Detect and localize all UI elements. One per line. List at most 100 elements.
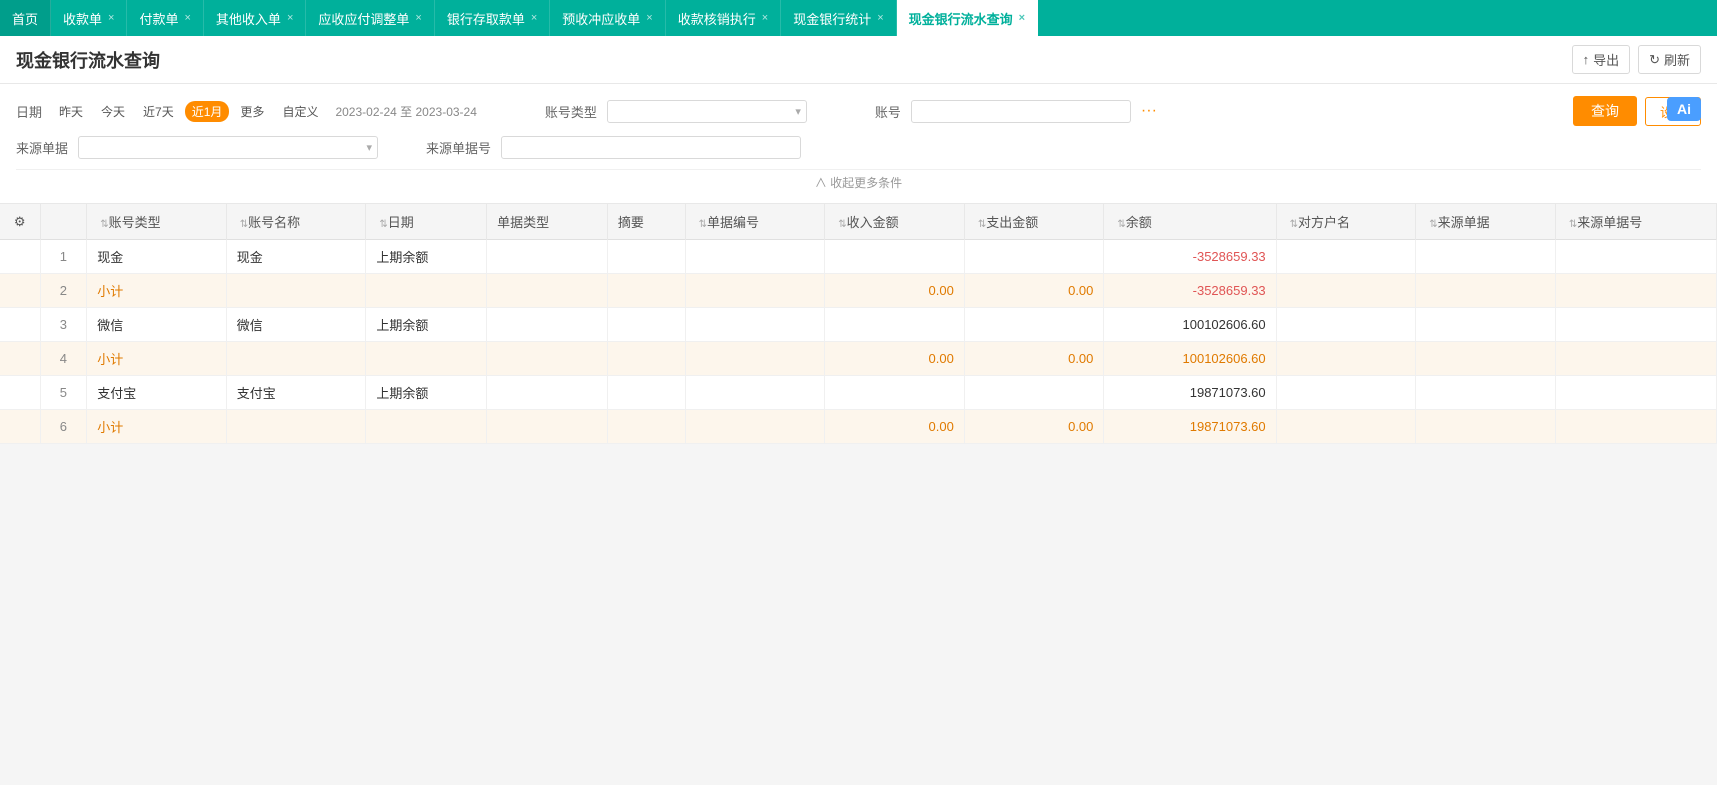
settings-cell[interactable]	[0, 308, 40, 342]
refresh-button[interactable]: ↻ 刷新	[1638, 45, 1701, 74]
source-doc-cell	[1416, 274, 1556, 308]
counterparty-col-header[interactable]: ⇅对方户名	[1276, 204, 1416, 240]
dots-button[interactable]: ···	[1141, 102, 1157, 120]
expense-col-header[interactable]: ⇅支出金额	[964, 204, 1104, 240]
sort-icon: ⇅	[838, 219, 846, 230]
page-title: 现金银行流水查询	[16, 47, 160, 73]
nav-fukuandan[interactable]: 付款单 ×	[127, 0, 203, 36]
sort-icon: ⇅	[699, 219, 707, 230]
nav-xianjinyinhang[interactable]: 现金银行统计 ×	[781, 0, 896, 36]
account-type-cell: 小计	[87, 410, 227, 444]
balance-cell: 19871073.60	[1104, 376, 1276, 410]
income-cell	[825, 376, 965, 410]
header-actions: ↑ 导出 ↻ 刷新	[1572, 45, 1701, 74]
income-col-header[interactable]: ⇅收入金额	[825, 204, 965, 240]
table-row: 1 现金 现金 上期余额 -3528659.33	[0, 240, 1717, 274]
nav-home[interactable]: 首页	[0, 0, 51, 36]
close-icon[interactable]: ×	[184, 12, 190, 24]
summary-cell	[607, 376, 685, 410]
close-icon[interactable]: ×	[877, 12, 883, 24]
source-doc-cell	[1416, 240, 1556, 274]
nav-shoukuanhexiao[interactable]: 收款核销执行 ×	[666, 0, 781, 36]
income-cell: 0.00	[825, 274, 965, 308]
account-name-cell: 现金	[226, 240, 366, 274]
date-shortcuts: 昨天 今天 近7天 近1月 更多 自定义	[52, 101, 325, 122]
doc-type-cell	[487, 410, 608, 444]
source-doc-select[interactable]	[78, 136, 378, 159]
doc-no-cell	[685, 376, 825, 410]
account-type-col-header[interactable]: ⇅账号类型	[87, 204, 227, 240]
nav-shoukuandan[interactable]: 收款单 ×	[51, 0, 127, 36]
income-cell	[825, 308, 965, 342]
close-icon[interactable]: ×	[415, 12, 421, 24]
counterparty-cell	[1276, 274, 1416, 308]
summary-cell	[607, 308, 685, 342]
counterparty-cell	[1276, 342, 1416, 376]
close-icon[interactable]: ×	[1019, 12, 1025, 24]
ai-badge[interactable]: Ai	[1667, 97, 1701, 121]
settings-cell[interactable]	[0, 376, 40, 410]
balance-col-header[interactable]: ⇅余额	[1104, 204, 1276, 240]
export-button[interactable]: ↑ 导出	[1572, 45, 1631, 74]
counterparty-cell	[1276, 376, 1416, 410]
filter-row-1: 日期 昨天 今天 近7天 近1月 更多 自定义 2023-02-24 至 202…	[16, 96, 1701, 126]
nav-label: 银行存取款单	[447, 9, 525, 28]
close-icon[interactable]: ×	[287, 12, 293, 24]
doc-type-cell	[487, 240, 608, 274]
date-btn-custom[interactable]: 自定义	[275, 101, 325, 122]
close-icon[interactable]: ×	[646, 12, 652, 24]
seq-cell: 1	[40, 240, 87, 274]
collapse-bar[interactable]: ∧ 收起更多条件	[16, 169, 1701, 195]
nav-label: 收款核销执行	[678, 9, 756, 28]
close-icon[interactable]: ×	[108, 12, 114, 24]
sort-icon: ⇅	[1569, 219, 1577, 230]
seq-col-header	[40, 204, 87, 240]
source-doc-select-wrapper: ▾	[78, 136, 378, 159]
settings-col-header[interactable]: ⚙	[0, 204, 40, 240]
date-col-header[interactable]: ⇅日期	[366, 204, 487, 240]
source-doc-no-col-header[interactable]: ⇅来源单据号	[1555, 204, 1716, 240]
settings-cell[interactable]	[0, 342, 40, 376]
close-icon[interactable]: ×	[531, 12, 537, 24]
export-label: 导出	[1593, 50, 1619, 69]
source-doc-col-header[interactable]: ⇅来源单据	[1416, 204, 1556, 240]
account-name-cell	[226, 342, 366, 376]
doc-no-col-header[interactable]: ⇅单据编号	[685, 204, 825, 240]
query-button[interactable]: 查询	[1573, 96, 1637, 126]
balance-cell: 100102606.60	[1104, 308, 1276, 342]
date-btn-today[interactable]: 今天	[94, 101, 132, 122]
income-cell	[825, 240, 965, 274]
account-type-select[interactable]	[607, 100, 807, 123]
doc-no-cell	[685, 342, 825, 376]
summary-cell	[607, 274, 685, 308]
settings-cell[interactable]	[0, 240, 40, 274]
collapse-label: 收起更多条件	[830, 176, 902, 190]
account-type-cell: 小计	[87, 342, 227, 376]
account-input[interactable]	[911, 100, 1131, 123]
seq-cell: 4	[40, 342, 87, 376]
account-type-select-wrapper: ▾	[607, 100, 807, 123]
source-doc-cell	[1416, 342, 1556, 376]
balance-cell: -3528659.33	[1104, 274, 1276, 308]
close-icon[interactable]: ×	[762, 12, 768, 24]
seq-cell: 2	[40, 274, 87, 308]
date-btn-yesterday[interactable]: 昨天	[52, 101, 90, 122]
table-row: 3 微信 微信 上期余额 100102606.60	[0, 308, 1717, 342]
nav-yingshouyingfu[interactable]: 应收应付调整单 ×	[306, 0, 434, 36]
doc-type-cell	[487, 376, 608, 410]
nav-yinhangcuqukuan[interactable]: 银行存取款单 ×	[435, 0, 550, 36]
nav-qitashouru[interactable]: 其他收入单 ×	[204, 0, 306, 36]
settings-cell[interactable]	[0, 410, 40, 444]
date-btn-more[interactable]: 更多	[233, 101, 271, 122]
balance-cell: 19871073.60	[1104, 410, 1276, 444]
account-name-col-header[interactable]: ⇅账号名称	[226, 204, 366, 240]
sort-icon: ⇅	[1290, 219, 1298, 230]
date-filter-group: 日期 昨天 今天 近7天 近1月 更多 自定义 2023-02-24 至 202…	[16, 101, 477, 122]
source-doc-cell	[1416, 376, 1556, 410]
date-btn-1month[interactable]: 近1月	[185, 101, 230, 122]
nav-liushui[interactable]: 现金银行流水查询 ×	[897, 0, 1038, 36]
settings-cell[interactable]	[0, 274, 40, 308]
source-doc-no-input[interactable]	[501, 136, 801, 159]
date-btn-7days[interactable]: 近7天	[136, 101, 181, 122]
nav-yushouzhong[interactable]: 预收冲应收单 ×	[550, 0, 665, 36]
